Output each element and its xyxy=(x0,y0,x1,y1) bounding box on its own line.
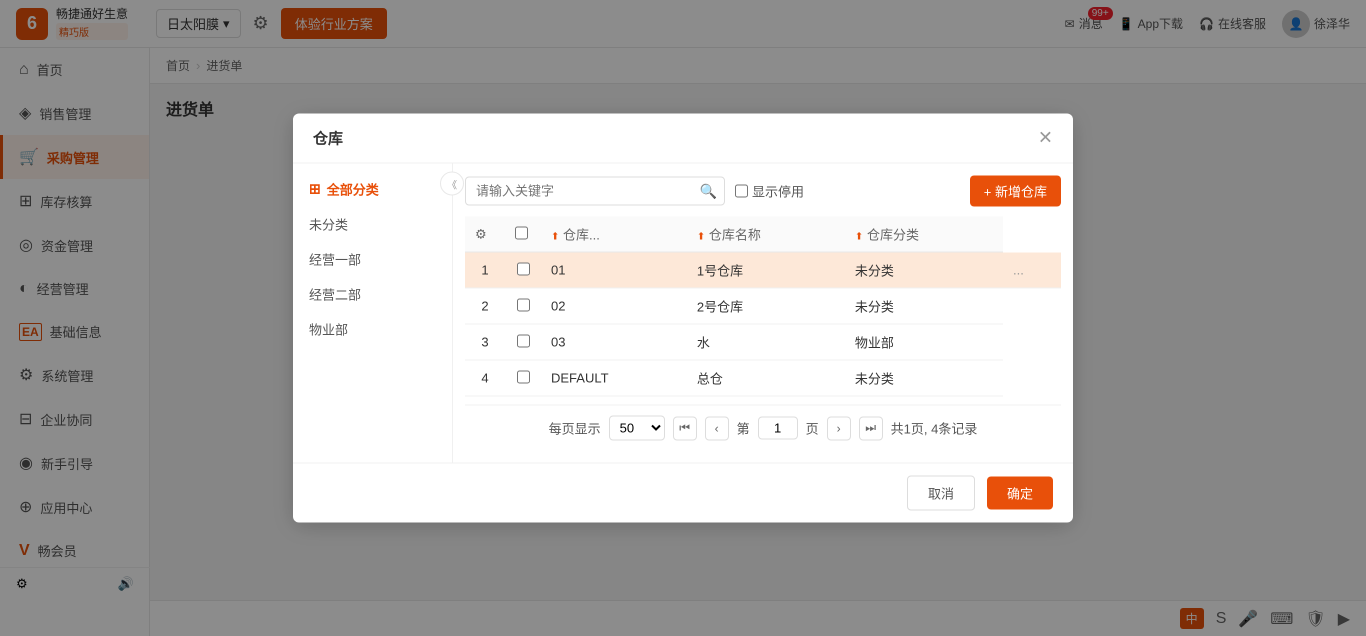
table-header: ⚙ ⬆ 仓库... ⬆ 仓库名称 xyxy=(465,217,1061,253)
sort-icon-cat: ⬆ xyxy=(855,232,863,243)
td-category: 物业部 xyxy=(845,324,1003,360)
td-name: 1号仓库 xyxy=(687,252,845,288)
table-toolbar: 🔍 显示停用 + 新增仓库 xyxy=(465,176,1061,207)
table-row[interactable]: 3 03 水 物业部 xyxy=(465,324,1061,360)
td-code: 01 xyxy=(541,252,687,288)
last-page-btn[interactable]: ⏭ xyxy=(859,416,883,440)
per-page-select[interactable]: 50 100 200 xyxy=(609,416,665,441)
td-code: DEFAULT xyxy=(541,360,687,396)
td-name: 2号仓库 xyxy=(687,288,845,324)
warehouse-table: ⚙ ⬆ 仓库... ⬆ 仓库名称 xyxy=(465,217,1061,397)
warehouse-modal: 仓库 ✕ ⊞ 全部分类 《 未分类 经营一部 经营二部 物业部 🔍 xyxy=(293,114,1073,523)
category-all[interactable]: ⊞ 全部分类 xyxy=(293,172,452,207)
th-checkbox xyxy=(505,217,541,253)
th-name: ⬆ 仓库名称 xyxy=(687,217,845,253)
cancel-button[interactable]: 取消 xyxy=(907,476,975,511)
show-disabled-checkbox[interactable] xyxy=(735,185,748,198)
td-name: 总仓 xyxy=(687,360,845,396)
modal-title: 仓库 xyxy=(313,128,343,149)
td-checkbox[interactable] xyxy=(505,324,541,360)
td-name: 水 xyxy=(687,324,845,360)
td-code: 02 xyxy=(541,288,687,324)
category-collapse-btn[interactable]: 《 xyxy=(440,172,464,196)
td-row-num: 4 xyxy=(465,360,505,396)
sort-icon-code: ⬆ xyxy=(551,232,559,243)
td-row-num: 3 xyxy=(465,324,505,360)
modal-body: ⊞ 全部分类 《 未分类 经营一部 经营二部 物业部 🔍 显示停用 + 新增仓库 xyxy=(293,164,1073,463)
td-category: 未分类 xyxy=(845,252,1003,288)
search-icon: 🔍 xyxy=(700,183,717,200)
sort-icon-name: ⬆ xyxy=(697,232,705,243)
search-input[interactable] xyxy=(465,177,725,206)
th-code: ⬆ 仓库... xyxy=(541,217,687,253)
select-all-checkbox[interactable] xyxy=(515,226,528,239)
td-category: 未分类 xyxy=(845,288,1003,324)
td-row-num: 1 xyxy=(465,252,505,288)
table-scroll-area: ⚙ ⬆ 仓库... ⬆ 仓库名称 xyxy=(465,217,1061,397)
td-row-num: 2 xyxy=(465,288,505,324)
grid-icon: ⊞ xyxy=(309,181,321,198)
table-row[interactable]: 2 02 2号仓库 未分类 xyxy=(465,288,1061,324)
modal-footer: 取消 确定 xyxy=(293,463,1073,523)
td-code: 03 xyxy=(541,324,687,360)
table-row[interactable]: 4 DEFAULT 总仓 未分类 xyxy=(465,360,1061,396)
td-checkbox[interactable] xyxy=(505,288,541,324)
th-category: ⬆ 仓库分类 xyxy=(845,217,1003,253)
modal-close-button[interactable]: ✕ xyxy=(1038,128,1053,149)
pagination: 每页显示 50 100 200 ⏮ ‹ 第 页 › ⏭ 共1页, 4条记录 xyxy=(465,405,1061,451)
category-item-unclassified[interactable]: 未分类 xyxy=(293,207,452,242)
th-settings: ⚙ xyxy=(465,217,505,253)
prev-page-btn[interactable]: ‹ xyxy=(705,416,729,440)
td-checkbox[interactable] xyxy=(505,252,541,288)
modal-header: 仓库 ✕ xyxy=(293,114,1073,164)
category-item-ops2[interactable]: 经营二部 xyxy=(293,277,452,312)
table-row[interactable]: 1 01 1号仓库 未分类 ... xyxy=(465,252,1061,288)
next-page-btn[interactable]: › xyxy=(827,416,851,440)
table-panel: 🔍 显示停用 + 新增仓库 ⚙ xyxy=(453,164,1073,463)
category-panel: ⊞ 全部分类 《 未分类 经营一部 经营二部 物业部 xyxy=(293,164,453,463)
per-page-label: 每页显示 xyxy=(549,419,601,438)
add-warehouse-button[interactable]: + 新增仓库 xyxy=(970,176,1061,207)
page-number-input[interactable] xyxy=(758,417,798,440)
table-body: 1 01 1号仓库 未分类 ... 2 02 2号仓库 未分类 3 03 水 物… xyxy=(465,252,1061,396)
gear-icon[interactable]: ⚙ xyxy=(475,226,487,241)
confirm-button[interactable]: 确定 xyxy=(987,477,1053,510)
page-label: 第 xyxy=(737,419,750,438)
total-info: 共1页, 4条记录 xyxy=(891,419,978,438)
category-item-property[interactable]: 物业部 xyxy=(293,312,452,347)
page-unit: 页 xyxy=(806,419,819,438)
td-category: 未分类 xyxy=(845,360,1003,396)
td-actions[interactable]: ... xyxy=(1003,252,1061,288)
td-checkbox[interactable] xyxy=(505,360,541,396)
search-input-wrap: 🔍 xyxy=(465,177,725,206)
first-page-btn[interactable]: ⏮ xyxy=(673,416,697,440)
category-item-ops1[interactable]: 经营一部 xyxy=(293,242,452,277)
show-disabled-label[interactable]: 显示停用 xyxy=(735,182,804,201)
